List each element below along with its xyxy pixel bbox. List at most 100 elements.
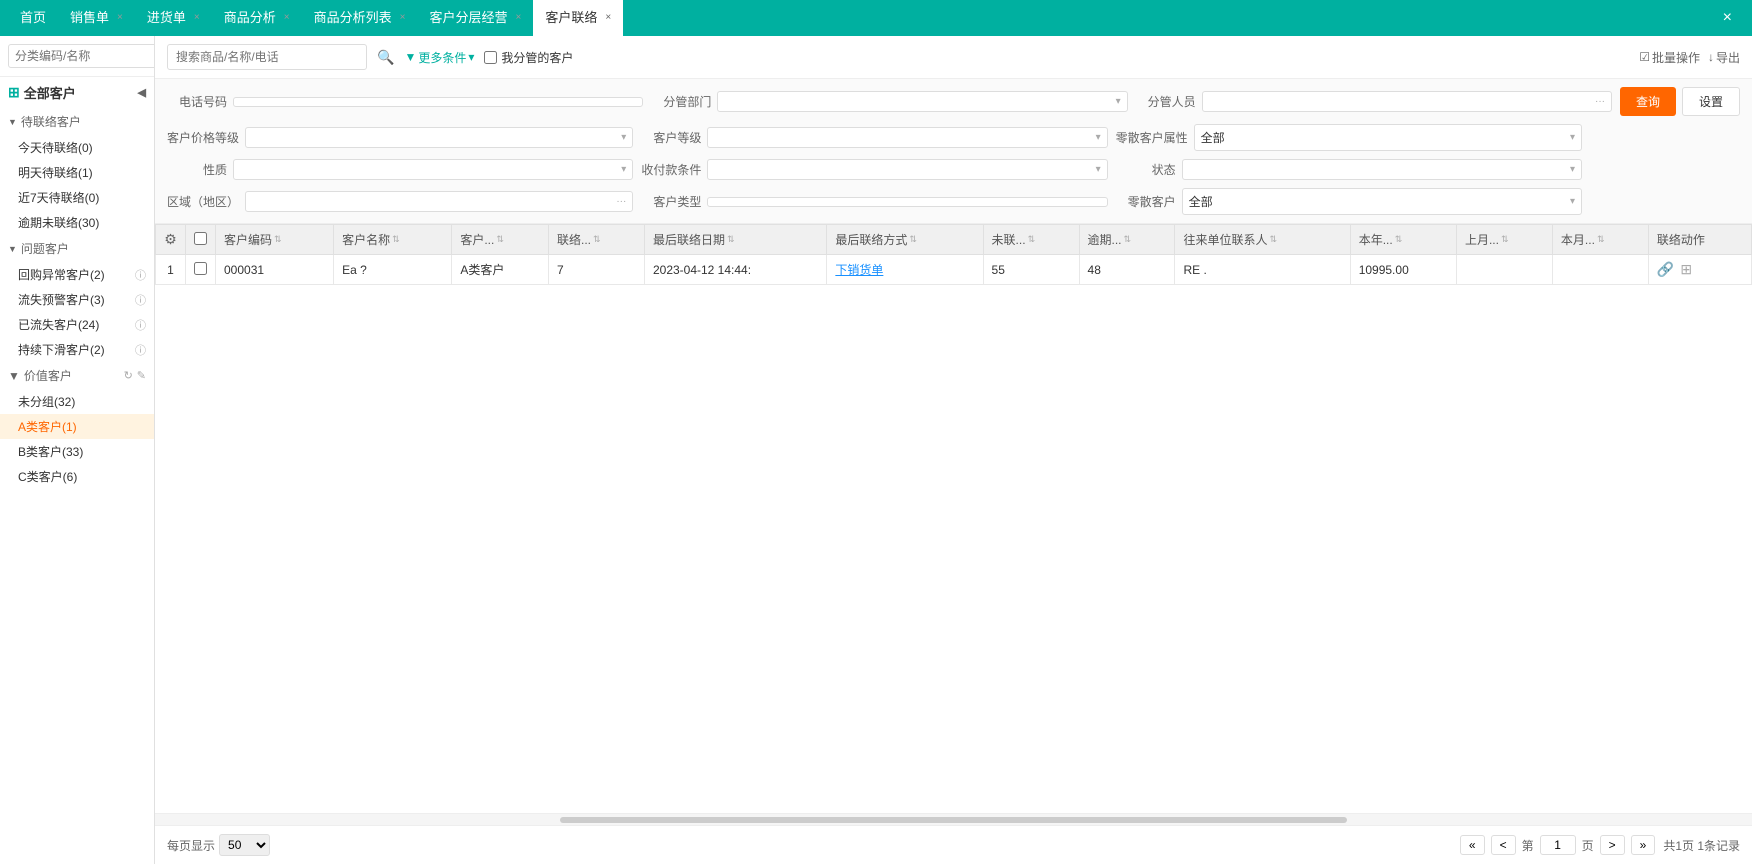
nav-product-analysis-list[interactable]: 商品分析列表 × [302, 0, 418, 36]
col-customer-type: 客户... ⇅ [452, 225, 549, 255]
sort-icon-contact-person[interactable]: ⇅ [1270, 234, 1278, 245]
page-size-select[interactable]: 50 100 200 [219, 834, 270, 856]
sort-icon-last-method[interactable]: ⇅ [909, 234, 917, 245]
sort-icon-type[interactable]: ⇅ [496, 234, 504, 245]
close-customer-contact-tab[interactable]: × [605, 0, 611, 36]
sidebar-item-tomorrow[interactable]: 明天待联络(1) [0, 160, 154, 185]
refresh-icon[interactable]: ↻ [124, 369, 133, 382]
first-page-button[interactable]: « [1460, 835, 1485, 855]
more-filters-button[interactable]: ▼ 更多条件 ▾ [404, 49, 474, 66]
close-product-analysis-list-tab[interactable]: × [400, 0, 406, 36]
col-this-month: 本月... ⇅ [1552, 225, 1648, 255]
sort-icon-this-month[interactable]: ⇅ [1597, 234, 1605, 245]
filter-region-select[interactable]: ··· [245, 191, 633, 212]
filter-customer-level: 客户等级 ▾ [641, 127, 1107, 148]
settings-button[interactable]: 设置 [1682, 87, 1740, 116]
sidebar-item-unclassified[interactable]: 未分组(32) [0, 389, 154, 414]
row-grid-action[interactable]: ⊞ [1680, 261, 1692, 278]
filter-price-level: 客户价格等级 ▾ [167, 127, 633, 148]
nav-customer-contact[interactable]: 客户联络 × [533, 0, 623, 36]
filter-area: 电话号码 分管部门 ▾ 分管人员 ··· [155, 79, 1752, 224]
filter-nature-select[interactable]: ▾ [233, 159, 633, 180]
main-search-icon[interactable]: 🔍 [377, 49, 394, 66]
sort-icon-name[interactable]: ⇅ [392, 234, 400, 245]
sidebar-group-pending[interactable]: ▼ 待联络客户 [0, 108, 154, 135]
filter-scattered-attr-select[interactable]: 全部 ▾ [1194, 124, 1582, 151]
select-all-checkbox[interactable] [194, 232, 207, 245]
sort-icon-contact[interactable]: ⇅ [593, 234, 601, 245]
col-settings: ⚙ [156, 225, 186, 255]
row-link-action[interactable]: 🔗 [1657, 261, 1674, 278]
sidebar-item-7days[interactable]: 近7天待联络(0) [0, 185, 154, 210]
sidebar-item-churned[interactable]: 已流失客户(24) ⓘ [0, 312, 154, 337]
row-checkbox-cell [186, 255, 216, 285]
close-sales-tab[interactable]: × [117, 0, 123, 36]
sort-icon-last-month[interactable]: ⇅ [1501, 234, 1509, 245]
row-this-year: 10995.00 [1350, 255, 1456, 285]
person-more-icon: ··· [1595, 96, 1605, 107]
sort-icon-overdue[interactable]: ⇅ [1124, 234, 1132, 245]
table-settings-icon[interactable]: ⚙ [164, 231, 177, 247]
filter-person-select[interactable]: ··· [1202, 91, 1612, 112]
nav-sales[interactable]: 销售单 × [58, 0, 135, 36]
pagination: « < 第 页 > » [1460, 835, 1655, 855]
filter-customer-level-label: 客户等级 [641, 129, 701, 146]
my-customers-checkbox[interactable] [484, 51, 497, 64]
nav-home[interactable]: 首页 [8, 0, 58, 36]
sidebar-group-problem[interactable]: ▼ 问题客户 [0, 235, 154, 262]
sidebar-item-churn-warning[interactable]: 流失预警客户(3) ⓘ [0, 287, 154, 312]
batch-op-button[interactable]: ☑ 批量操作 [1639, 49, 1700, 66]
table-body: 1 000031 Ea ? A类客户 7 2023-04-12 14:44: 下… [156, 255, 1752, 285]
close-purchase-tab[interactable]: × [194, 0, 200, 36]
sort-icon-no-contact[interactable]: ⇅ [1028, 234, 1036, 245]
last-page-button[interactable]: » [1631, 835, 1656, 855]
sidebar-item-class-c[interactable]: C类客户(6) [0, 464, 154, 489]
filter-scattered-customer-select[interactable]: 全部 ▾ [1182, 188, 1582, 215]
nav-customer-tier[interactable]: 客户分层经营 × [417, 0, 533, 36]
prev-page-button[interactable]: < [1491, 835, 1516, 855]
query-button[interactable]: 查询 [1620, 87, 1676, 116]
edit-icon[interactable]: ✎ [137, 369, 146, 382]
sidebar-item-today[interactable]: 今天待联络(0) [0, 135, 154, 160]
nav-purchase[interactable]: 进货单 × [135, 0, 212, 36]
sidebar-item-overdue[interactable]: 逾期未联络(30) [0, 210, 154, 235]
row-customer-name[interactable]: Ea ? [334, 255, 452, 285]
table-header-row: ⚙ 客户编码 ⇅ 客户名称 [156, 225, 1752, 255]
close-customer-tier-tab[interactable]: × [515, 0, 521, 36]
filter-price-level-select[interactable]: ▾ [245, 127, 633, 148]
filter-customer-level-select[interactable]: ▾ [707, 127, 1107, 148]
sidebar-item-class-b[interactable]: B类客户(33) [0, 439, 154, 464]
sort-icon-this-year[interactable]: ⇅ [1395, 234, 1403, 245]
filter-status: 状态 ▾ [1116, 159, 1582, 180]
my-customers-checkbox-label[interactable]: 我分管的客户 [484, 49, 573, 66]
sidebar-collapse-btn[interactable]: ◀ [138, 86, 146, 99]
next-page-button[interactable]: > [1600, 835, 1625, 855]
info-icon-declining: ⓘ [135, 342, 146, 358]
sort-icon-last-date[interactable]: ⇅ [727, 234, 735, 245]
filter-customer-type-input[interactable] [707, 197, 1107, 207]
sidebar-all-customers[interactable]: ⊞ 全部客户 ◀ [0, 77, 154, 108]
filter-payment-select[interactable]: ▾ [707, 159, 1107, 180]
filter-phone-input[interactable] [233, 97, 643, 107]
sidebar-group-value[interactable]: ▼ 价值客户 ↻ ✎ [0, 362, 154, 389]
last-contact-method-link[interactable]: 下销货单 [835, 263, 883, 277]
filter-customer-type-label: 客户类型 [641, 193, 701, 210]
filter-dept-select[interactable]: ▾ [717, 91, 1127, 112]
sidebar-item-class-a[interactable]: A类客户(1) [0, 414, 154, 439]
horizontal-scrollbar[interactable] [560, 817, 1347, 823]
row-contact-count: 7 [549, 255, 645, 285]
sort-icon-code[interactable]: ⇅ [274, 234, 282, 245]
sidebar-item-declining[interactable]: 持续下滑客户(2) ⓘ [0, 337, 154, 362]
row-actions-cell: 🔗 ⊞ [1648, 255, 1751, 285]
sidebar-search-input[interactable] [8, 44, 155, 68]
close-product-analysis-tab[interactable]: × [284, 0, 290, 36]
window-close-button[interactable]: × [1711, 9, 1744, 27]
page-number-input[interactable] [1540, 835, 1576, 855]
filter-status-select[interactable]: ▾ [1182, 159, 1582, 180]
row-checkbox[interactable] [194, 262, 207, 275]
sidebar-item-repurchase-abnormal[interactable]: 回购异常客户(2) ⓘ [0, 262, 154, 287]
main-search-input[interactable] [167, 44, 367, 70]
export-button[interactable]: ↓ 导出 [1708, 49, 1740, 66]
nav-product-analysis[interactable]: 商品分析 × [212, 0, 302, 36]
filter-row-4: 区域（地区） ··· 客户类型 零散客户 全部 ▾ [167, 188, 1740, 215]
